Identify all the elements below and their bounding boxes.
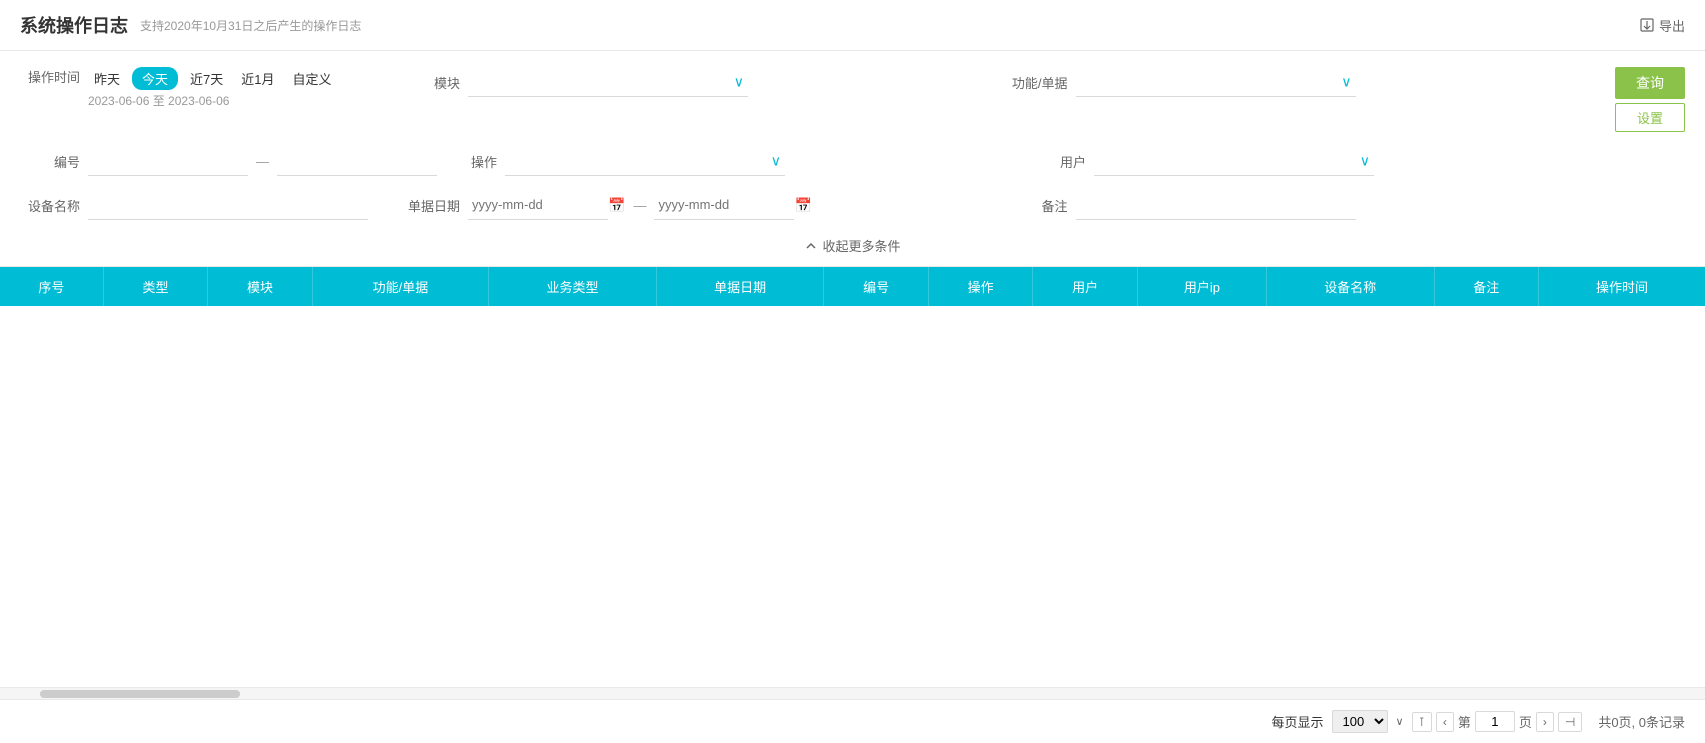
table-col-模块: 模块 <box>208 267 312 306</box>
export-icon <box>1639 17 1655 33</box>
remark-label: 备注 <box>998 196 1068 215</box>
operation-label: 操作 <box>437 152 497 171</box>
page-subtitle: 支持2020年10月31日之后产生的操作日志 <box>140 17 361 34</box>
page-unit: 页 <box>1519 712 1532 731</box>
query-button[interactable]: 查询 <box>1615 67 1685 99</box>
device-label: 设备名称 <box>20 196 80 215</box>
horizontal-scrollbar[interactable] <box>0 687 1705 699</box>
table-col-备注: 备注 <box>1434 267 1538 306</box>
per-page-label: 每页显示 <box>1272 712 1324 731</box>
time-option-7days[interactable]: 近7天 <box>184 67 229 90</box>
date-end-input[interactable] <box>654 190 794 220</box>
table-col-编号: 编号 <box>824 267 928 306</box>
number-label: 编号 <box>20 152 80 171</box>
page-label: 第 <box>1458 712 1471 731</box>
calendar-start-icon[interactable]: 📅 <box>608 197 625 214</box>
time-range: 2023-06-06 至 2023-06-06 <box>88 92 338 109</box>
prev-page-button[interactable]: ‹ <box>1436 712 1454 732</box>
function-label: 功能/单据 <box>998 73 1068 92</box>
page-title: 系统操作日志 <box>20 12 128 38</box>
user-label: 用户 <box>1016 152 1086 171</box>
table-col-类型: 类型 <box>103 267 207 306</box>
time-option-1month[interactable]: 近1月 <box>235 67 280 90</box>
last-page-button[interactable]: ⊣ <box>1558 712 1582 732</box>
per-page-select[interactable]: 50100200 <box>1332 710 1388 733</box>
table-col-序号: 序号 <box>0 267 103 306</box>
next-page-button[interactable]: › <box>1536 712 1554 732</box>
time-option-yesterday[interactable]: 昨天 <box>88 67 126 90</box>
collapse-button[interactable]: 收起更多条件 <box>804 236 900 255</box>
export-label: 导出 <box>1659 16 1685 35</box>
table-col-单据日期: 单据日期 <box>656 267 824 306</box>
device-input[interactable] <box>88 190 368 220</box>
table-col-用户ip: 用户ip <box>1137 267 1266 306</box>
scrollbar-thumb[interactable] <box>40 690 240 698</box>
table-col-操作: 操作 <box>928 267 1032 306</box>
collapse-icon <box>804 239 818 253</box>
operation-select[interactable] <box>505 146 785 176</box>
pagination-nav: ⊺ ‹ 第 页 › ⊣ <box>1412 711 1583 732</box>
settings-button[interactable]: 设置 <box>1615 103 1685 132</box>
table-col-操作时间: 操作时间 <box>1539 267 1705 306</box>
action-buttons: 查询 设置 <box>1615 67 1685 132</box>
time-label: 操作时间 <box>20 67 80 86</box>
number-dash: — <box>256 154 269 169</box>
date-label: 单据日期 <box>400 196 460 215</box>
number-input-end[interactable] <box>277 146 437 176</box>
number-input-start[interactable] <box>88 146 248 176</box>
first-page-button[interactable]: ⊺ <box>1412 712 1432 732</box>
export-button[interactable]: 导出 <box>1639 16 1685 35</box>
remark-input[interactable] <box>1076 190 1356 220</box>
function-select[interactable] <box>1076 67 1356 97</box>
date-dash: — <box>633 198 646 213</box>
total-count: 共0页, 0条记录 <box>1598 712 1685 731</box>
user-select[interactable] <box>1094 146 1374 176</box>
page-input[interactable] <box>1475 711 1515 732</box>
per-page-arrow-icon: ∨ <box>1396 715 1404 728</box>
table-col-功能/单据: 功能/单据 <box>312 267 488 306</box>
time-option-today[interactable]: 今天 <box>132 67 178 90</box>
table-col-业务类型: 业务类型 <box>489 267 657 306</box>
table-col-设备名称: 设备名称 <box>1266 267 1434 306</box>
time-option-custom[interactable]: 自定义 <box>287 67 338 90</box>
module-select[interactable] <box>468 67 748 97</box>
table-col-用户: 用户 <box>1033 267 1137 306</box>
calendar-end-icon[interactable]: 📅 <box>794 197 811 214</box>
collapse-label: 收起更多条件 <box>822 236 900 255</box>
data-table: 序号类型模块功能/单据业务类型单据日期编号操作用户用户ip设备名称备注操作时间 <box>0 267 1705 306</box>
date-start-input[interactable] <box>468 190 608 220</box>
module-label: 模块 <box>400 73 460 92</box>
